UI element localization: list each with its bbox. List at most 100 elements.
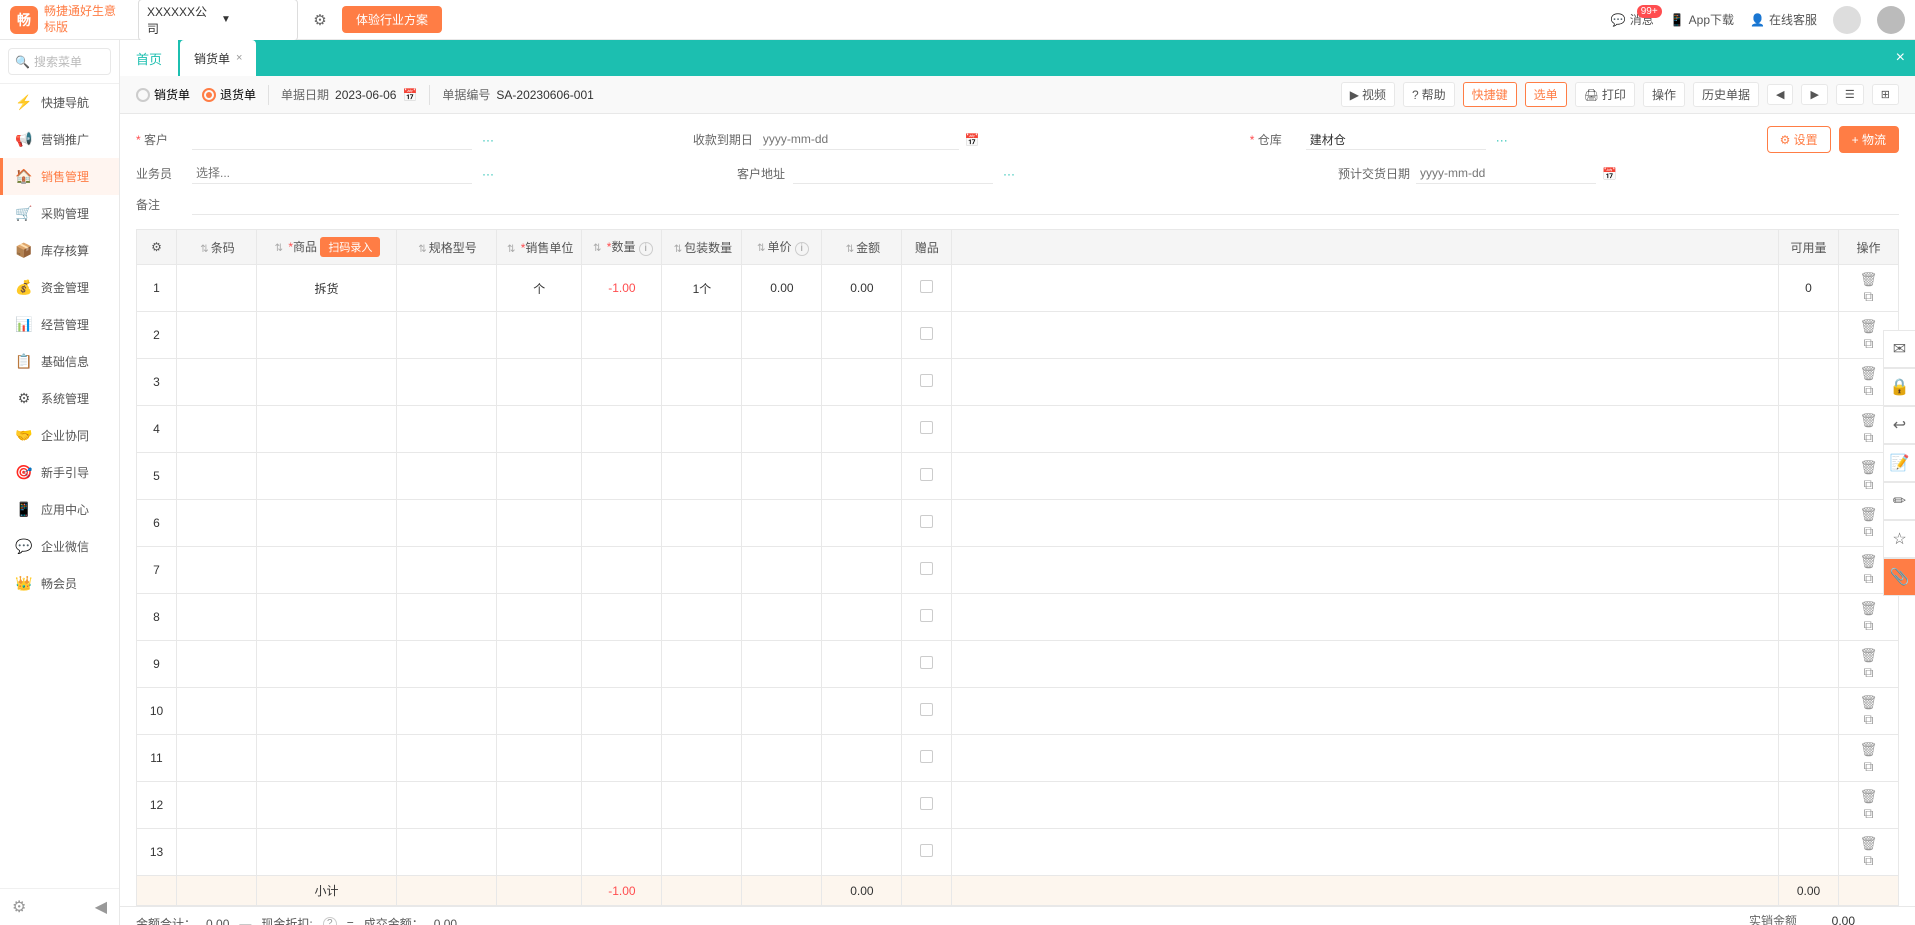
cell-price[interactable] bbox=[742, 829, 822, 876]
warehouse-input[interactable] bbox=[1306, 129, 1486, 150]
cell-price[interactable] bbox=[742, 547, 822, 594]
right-panel-message[interactable]: ✉ bbox=[1883, 330, 1915, 368]
price-info-icon[interactable]: i bbox=[795, 242, 809, 256]
customer-addr-dots[interactable]: ··· bbox=[1003, 167, 1015, 181]
cell-qty[interactable] bbox=[582, 782, 662, 829]
cell-gift[interactable] bbox=[902, 782, 952, 829]
gift-checkbox[interactable] bbox=[920, 844, 933, 857]
delete-icon[interactable]: 🗑 bbox=[1860, 459, 1878, 475]
customer-dots[interactable]: ··· bbox=[482, 133, 494, 147]
cell-pkg-qty[interactable] bbox=[662, 547, 742, 594]
right-panel-lock[interactable]: 🔒 bbox=[1883, 368, 1915, 406]
cell-barcode[interactable] bbox=[177, 265, 257, 312]
cell-amount[interactable] bbox=[822, 312, 902, 359]
radio-return-order[interactable]: 退货单 bbox=[202, 86, 256, 103]
cell-pkg-qty[interactable] bbox=[662, 735, 742, 782]
cell-qty[interactable] bbox=[582, 688, 662, 735]
cell-price[interactable] bbox=[742, 641, 822, 688]
cell-amount[interactable] bbox=[822, 547, 902, 594]
cell-amount[interactable] bbox=[822, 406, 902, 453]
copy-icon[interactable]: ⧉ bbox=[1864, 523, 1874, 539]
cell-product[interactable] bbox=[257, 359, 397, 406]
gift-checkbox[interactable] bbox=[920, 797, 933, 810]
cell-product[interactable] bbox=[257, 641, 397, 688]
cell-spec[interactable] bbox=[397, 735, 497, 782]
cell-gift[interactable] bbox=[902, 265, 952, 312]
cell-pkg-qty[interactable] bbox=[662, 688, 742, 735]
cell-qty[interactable] bbox=[582, 829, 662, 876]
online-service-button[interactable]: 👤 在线客服 bbox=[1750, 11, 1817, 28]
cell-spec[interactable] bbox=[397, 829, 497, 876]
discount-info-icon[interactable]: ? bbox=[323, 917, 337, 925]
cell-product[interactable] bbox=[257, 312, 397, 359]
collect-date-calendar-icon[interactable]: 📅 bbox=[965, 133, 980, 147]
cell-price[interactable] bbox=[742, 688, 822, 735]
delete-icon[interactable]: 🗑 bbox=[1860, 835, 1878, 851]
operations-btn[interactable]: 操作 bbox=[1643, 82, 1685, 107]
right-panel-orange[interactable]: 📎 bbox=[1883, 558, 1915, 596]
cell-product[interactable] bbox=[257, 735, 397, 782]
cell-pkg-qty[interactable] bbox=[662, 782, 742, 829]
cell-pkg-qty[interactable] bbox=[662, 500, 742, 547]
cell-product[interactable] bbox=[257, 829, 397, 876]
cell-gift[interactable] bbox=[902, 500, 952, 547]
copy-icon[interactable]: ⧉ bbox=[1864, 617, 1874, 633]
cell-gift[interactable] bbox=[902, 453, 952, 500]
settings-bottom-icon[interactable]: ⚙ bbox=[12, 897, 26, 917]
cell-qty[interactable] bbox=[582, 359, 662, 406]
cell-amount[interactable] bbox=[822, 594, 902, 641]
help-btn[interactable]: ? 帮助 bbox=[1403, 82, 1455, 107]
warehouse-dots[interactable]: ··· bbox=[1496, 133, 1508, 147]
cell-barcode[interactable] bbox=[177, 359, 257, 406]
cell-barcode[interactable] bbox=[177, 688, 257, 735]
sort-icon[interactable]: ⇅ bbox=[200, 244, 208, 255]
cell-pkg-qty[interactable]: 1个 bbox=[662, 265, 742, 312]
cell-pkg-qty[interactable] bbox=[662, 312, 742, 359]
calendar-icon[interactable]: 📅 bbox=[402, 88, 417, 102]
delete-icon[interactable]: 🗑 bbox=[1860, 271, 1878, 287]
cell-spec[interactable] bbox=[397, 312, 497, 359]
cell-amount[interactable] bbox=[822, 829, 902, 876]
cell-price[interactable] bbox=[742, 453, 822, 500]
cell-price[interactable] bbox=[742, 500, 822, 547]
right-panel-undo[interactable]: ↩ bbox=[1883, 406, 1915, 444]
cell-barcode[interactable] bbox=[177, 547, 257, 594]
sort-icon-qty[interactable]: ⇅ bbox=[593, 243, 601, 254]
cell-spec[interactable] bbox=[397, 265, 497, 312]
copy-icon[interactable]: ⧉ bbox=[1864, 758, 1874, 774]
delete-icon[interactable]: 🗑 bbox=[1860, 365, 1878, 381]
cell-amount[interactable] bbox=[822, 500, 902, 547]
cell-pkg-qty[interactable] bbox=[662, 594, 742, 641]
view-grid-btn[interactable]: ⊞ bbox=[1872, 84, 1899, 105]
cell-price[interactable] bbox=[742, 594, 822, 641]
delete-icon[interactable]: 🗑 bbox=[1860, 694, 1878, 710]
expected-date-calendar-icon[interactable]: 📅 bbox=[1602, 167, 1617, 181]
cell-unit[interactable] bbox=[497, 735, 582, 782]
cell-barcode[interactable] bbox=[177, 312, 257, 359]
cell-qty[interactable] bbox=[582, 735, 662, 782]
delete-icon[interactable]: 🗑 bbox=[1860, 506, 1878, 522]
cell-unit[interactable] bbox=[497, 406, 582, 453]
cell-spec[interactable] bbox=[397, 547, 497, 594]
delete-icon[interactable]: 🗑 bbox=[1860, 741, 1878, 757]
sidebar-item-guide[interactable]: 🎯 新手引导 bbox=[0, 454, 119, 491]
delete-icon[interactable]: 🗑 bbox=[1860, 788, 1878, 804]
tab-home[interactable]: 首页 bbox=[120, 40, 178, 76]
cell-barcode[interactable] bbox=[177, 829, 257, 876]
shortcut-btn[interactable]: 快捷键 bbox=[1463, 82, 1517, 107]
sidebar-item-collab[interactable]: 🤝 企业协同 bbox=[0, 417, 119, 454]
cell-gift[interactable] bbox=[902, 829, 952, 876]
cell-price[interactable] bbox=[742, 735, 822, 782]
salesman-dots[interactable]: ··· bbox=[482, 167, 494, 181]
sidebar-item-marketing[interactable]: 📢 营销推广 bbox=[0, 121, 119, 158]
cell-spec[interactable] bbox=[397, 453, 497, 500]
trial-button[interactable]: 体验行业方案 bbox=[342, 6, 442, 33]
cell-unit[interactable] bbox=[497, 594, 582, 641]
tab-bar-close-icon[interactable]: × bbox=[1896, 49, 1905, 67]
sidebar-item-system[interactable]: ⚙ 系统管理 bbox=[0, 380, 119, 417]
cell-product[interactable] bbox=[257, 500, 397, 547]
sidebar-item-finance[interactable]: 💰 资金管理 bbox=[0, 269, 119, 306]
gift-checkbox[interactable] bbox=[920, 750, 933, 763]
scan-button[interactable]: 扫码录入 bbox=[320, 237, 380, 257]
sidebar-item-sales[interactable]: 🏠 销售管理 bbox=[0, 158, 119, 195]
